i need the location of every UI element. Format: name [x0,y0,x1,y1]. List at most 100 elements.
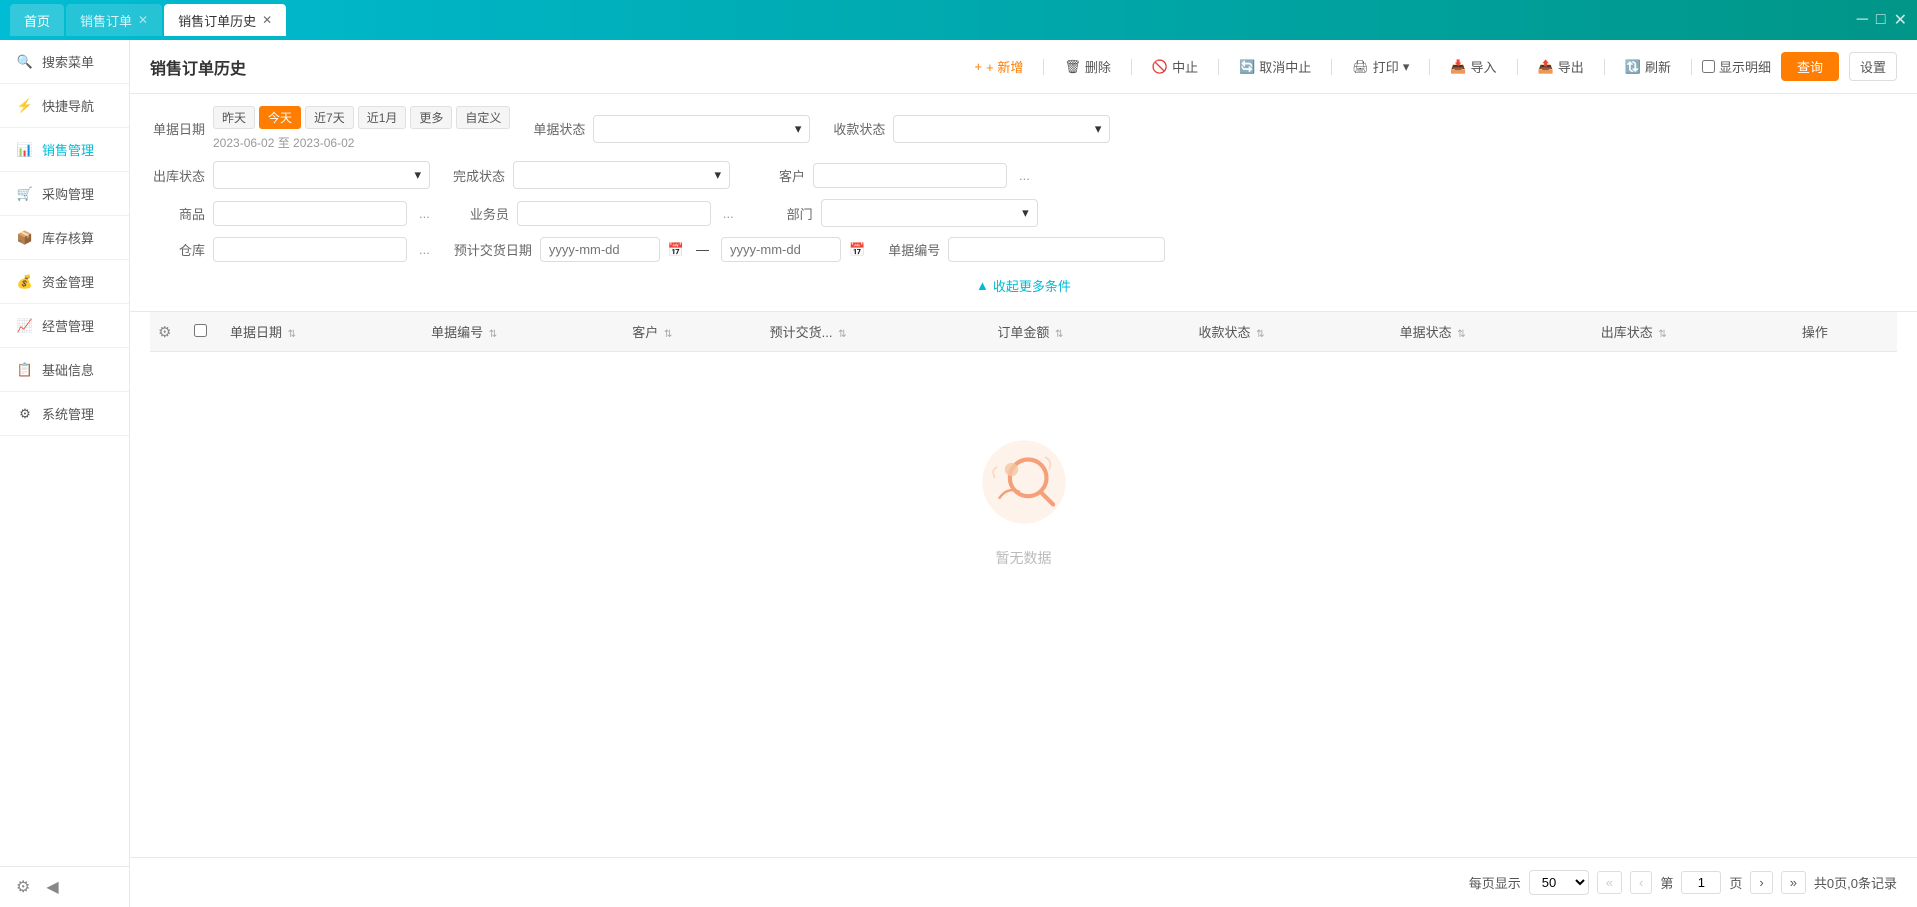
date-tag-today[interactable]: 今天 [259,106,301,129]
sidebar-bottom: ⚙ ◀ [0,866,129,907]
outbound-status-label: 出库状态 [150,166,205,185]
col-payment-status-sort[interactable]: ⇅ [1256,329,1264,340]
minimize-button[interactable]: ─ [1857,11,1868,29]
date-tag-7days[interactable]: 近7天 [305,106,354,129]
refresh-button[interactable]: 🔃 刷新 [1615,52,1681,81]
date-tag-custom[interactable]: 自定义 [456,106,510,129]
col-amount-sort[interactable]: ⇅ [1055,329,1063,340]
col-customer-sort[interactable]: ⇅ [664,329,672,340]
product-input[interactable] [213,201,407,226]
product-select-icon[interactable]: ... [415,206,434,221]
new-icon: + [975,59,983,74]
sidebar-item-quick-nav[interactable]: ⚡ 快捷导航 [0,84,129,128]
import-label: 导入 [1471,57,1497,76]
display-detail-checkbox[interactable] [1702,60,1715,73]
col-order-status-sort[interactable]: ⇅ [1457,329,1465,340]
import-icon: 📥 [1450,59,1466,75]
cancel-stop-button[interactable]: 🔄 取消中止 [1229,52,1321,81]
first-page-button[interactable]: « [1597,871,1622,894]
completion-status-select[interactable]: ▾ [513,161,730,189]
date-tag-yesterday[interactable]: 昨天 [213,106,255,129]
pagination: 每页显示 50 10 20 100 « ‹ 第 页 › » 共0页,0条记录 [130,857,1917,907]
refresh-label: 刷新 [1645,57,1671,76]
page-size-label: 每页显示 [1469,873,1521,892]
sidebar-collapse-icon[interactable]: ◀ [46,877,58,897]
stop-icon: 🚫 [1152,59,1168,75]
new-button[interactable]: + + 新增 [965,52,1034,81]
page-jump-prefix: 第 [1660,873,1673,892]
col-delivery-sort[interactable]: ⇅ [838,329,846,340]
col-no-label: 单据编号 [431,325,483,340]
sidebar-item-sys-mgmt[interactable]: ⚙ 系统管理 [0,392,129,436]
col-date-sort[interactable]: ⇅ [288,329,296,340]
tab-sales-order-history[interactable]: 销售订单历史 ✕ [164,4,286,36]
page-header: 销售订单历史 + + 新增 🗑 删除 🚫 中止 🔄 [130,40,1917,94]
page-number-input[interactable] [1681,871,1721,894]
salesperson-select-icon[interactable]: ... [719,206,738,221]
export-button[interactable]: 📤 导出 [1528,52,1594,81]
col-operations-label: 操作 [1802,325,1828,340]
date-range-text: 2023-06-02 至 2023-06-02 [213,134,510,151]
calendar-from-icon[interactable]: 📅 [668,242,684,258]
print-button[interactable]: 🖨 打印 ▾ [1342,52,1419,81]
top-bar: 首页 销售订单 ✕ 销售订单历史 ✕ ─ □ ✕ [0,0,1917,40]
delete-button[interactable]: 🗑 删除 [1054,52,1121,81]
salesperson-input[interactable] [517,201,711,226]
product-label: 商品 [150,204,205,223]
divider-6 [1517,59,1518,75]
select-all-checkbox[interactable] [194,324,207,337]
col-delivery: 预计交货... ⇅ [762,312,990,352]
warehouse-input[interactable] [213,237,407,262]
order-no-input[interactable] [948,237,1165,262]
delivery-date-to-input[interactable] [721,237,841,262]
sidebar-item-sales-mgmt[interactable]: 📊 销售管理 [0,128,129,172]
col-date: 单据日期 ⇅ [222,312,423,352]
department-label: 部门 [758,204,813,223]
sidebar-item-finance-mgmt[interactable]: 💰 资金管理 [0,260,129,304]
sidebar-item-basic-info[interactable]: 📋 基础信息 [0,348,129,392]
tab-sales-order[interactable]: 销售订单 ✕ [66,4,162,36]
customer-select-icon[interactable]: ... [1015,168,1034,183]
sidebar-item-purchase-mgmt[interactable]: 🛒 采购管理 [0,172,129,216]
last-page-button[interactable]: » [1781,871,1806,894]
warehouse-select-icon[interactable]: ... [415,242,434,257]
display-detail-checkbox-label[interactable]: 显示明细 [1702,57,1771,76]
order-status-select[interactable]: ▾ [593,115,810,143]
tab-sales-order-close[interactable]: ✕ [138,13,148,27]
close-button[interactable]: ✕ [1894,10,1907,30]
tab-sales-order-history-close[interactable]: ✕ [262,13,272,27]
sidebar-settings-icon[interactable]: ⚙ [16,877,30,897]
table-settings-button[interactable]: ⚙ [158,323,171,341]
collapse-label: 收起更多条件 [993,276,1071,295]
date-tag-1month[interactable]: 近1月 [358,106,407,129]
stop-button[interactable]: 🚫 中止 [1142,52,1208,81]
col-outbound-status-sort[interactable]: ⇅ [1658,329,1666,340]
date-tag-more[interactable]: 更多 [410,106,452,129]
calendar-to-icon[interactable]: 📅 [849,242,865,258]
payment-status-select[interactable]: ▾ [893,115,1110,143]
collapse-button[interactable]: ▲ 收起更多条件 [150,272,1897,299]
query-button[interactable]: 查询 [1781,52,1839,81]
col-checkbox [186,312,222,352]
import-button[interactable]: 📥 导入 [1440,52,1506,81]
tab-home[interactable]: 首页 [10,4,64,36]
sidebar-item-inventory-check[interactable]: 📦 库存核算 [0,216,129,260]
delivery-date-from-input[interactable] [540,237,660,262]
next-page-button[interactable]: › [1750,871,1772,894]
sidebar-item-search-menu[interactable]: 🔍 搜索菜单 [0,40,129,84]
department-select[interactable]: ▾ [821,199,1038,227]
page-size-select[interactable]: 50 10 20 100 [1529,870,1589,895]
divider-8 [1691,59,1692,75]
sidebar-item-label: 系统管理 [42,404,94,423]
maximize-button[interactable]: □ [1876,11,1886,29]
sidebar-item-label: 经营管理 [42,316,94,335]
settings-button[interactable]: 设置 [1849,52,1897,81]
sidebar-item-ops-mgmt[interactable]: 📈 经营管理 [0,304,129,348]
display-detail-label: 显示明细 [1719,57,1771,76]
col-no-sort[interactable]: ⇅ [489,329,497,340]
customer-input[interactable] [813,163,1007,188]
prev-page-button[interactable]: ‹ [1630,871,1652,894]
sidebar-item-label: 搜索菜单 [42,52,94,71]
outbound-status-select[interactable]: ▾ [213,161,430,189]
filter-group-completion-status: 完成状态 ▾ [450,161,730,189]
